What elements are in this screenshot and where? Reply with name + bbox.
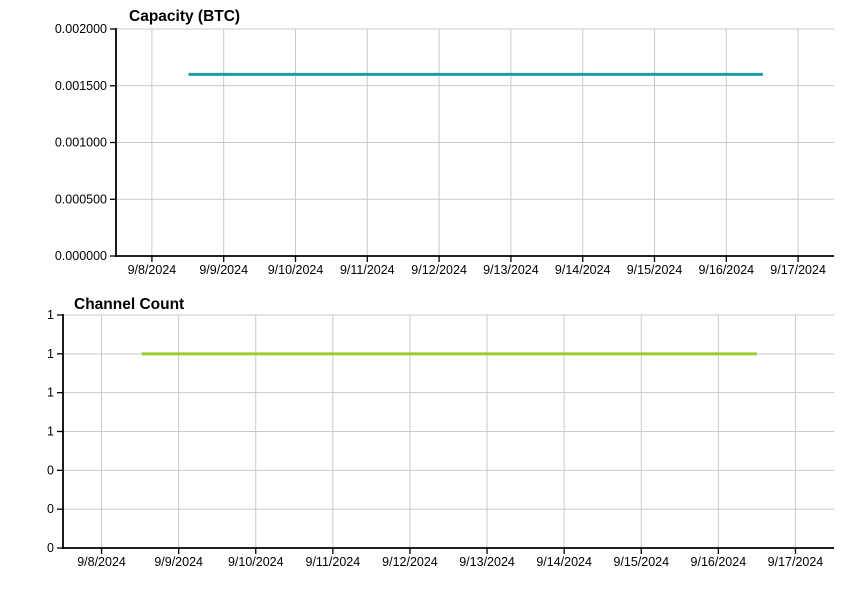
y-tick-label: 0 (47, 541, 54, 555)
x-tick-label: 9/16/2024 (691, 555, 747, 569)
x-tick-label: 9/11/2024 (306, 555, 361, 569)
charts-canvas: 9/8/2024 9/9/2024 9/10/2024 9/11/2024 9/12/2… (47, 22, 834, 569)
x-tick-label: 9/17/2024 (770, 263, 826, 277)
x-tick-label: 9/12/2024 (411, 263, 467, 277)
y-tick-label: 0 (47, 463, 54, 477)
x-tick-label: 9/10/2024 (268, 263, 324, 277)
y-tick-label: 1 (47, 386, 54, 400)
x-tick-label: 9/9/2024 (154, 555, 203, 569)
y-tick-label: 0.001500 (55, 79, 107, 93)
x-tick-label: 9/17/2024 (768, 555, 824, 569)
x-tick-label: 9/16/2024 (698, 263, 754, 277)
x-tick-label: 9/11/2024 (340, 263, 395, 277)
y-tick-label: 0.000500 (55, 192, 107, 206)
x-tick-label: 9/14/2024 (555, 263, 611, 277)
y-tick-label: 1 (47, 347, 54, 361)
y-tick-label: 0 (47, 502, 54, 516)
x-tick-label: 9/15/2024 (627, 263, 683, 277)
x-tick-label: 9/13/2024 (459, 555, 515, 569)
x-tick-label: 9/9/2024 (199, 263, 248, 277)
y-tick-label: 1 (47, 425, 54, 439)
y-tick-label: 0.000000 (55, 249, 107, 263)
y-tick-label: 0.001000 (55, 136, 107, 150)
y-tick-label: 1 (47, 308, 54, 322)
x-tick-label: 9/10/2024 (228, 555, 284, 569)
x-tick-label: 9/15/2024 (613, 555, 669, 569)
x-tick-label: 9/13/2024 (483, 263, 539, 277)
x-tick-label: 9/8/2024 (128, 263, 177, 277)
x-tick-label: 9/12/2024 (382, 555, 438, 569)
x-tick-label: 9/8/2024 (77, 555, 126, 569)
x-tick-label: 9/14/2024 (536, 555, 592, 569)
y-tick-label: 0.002000 (55, 22, 107, 36)
